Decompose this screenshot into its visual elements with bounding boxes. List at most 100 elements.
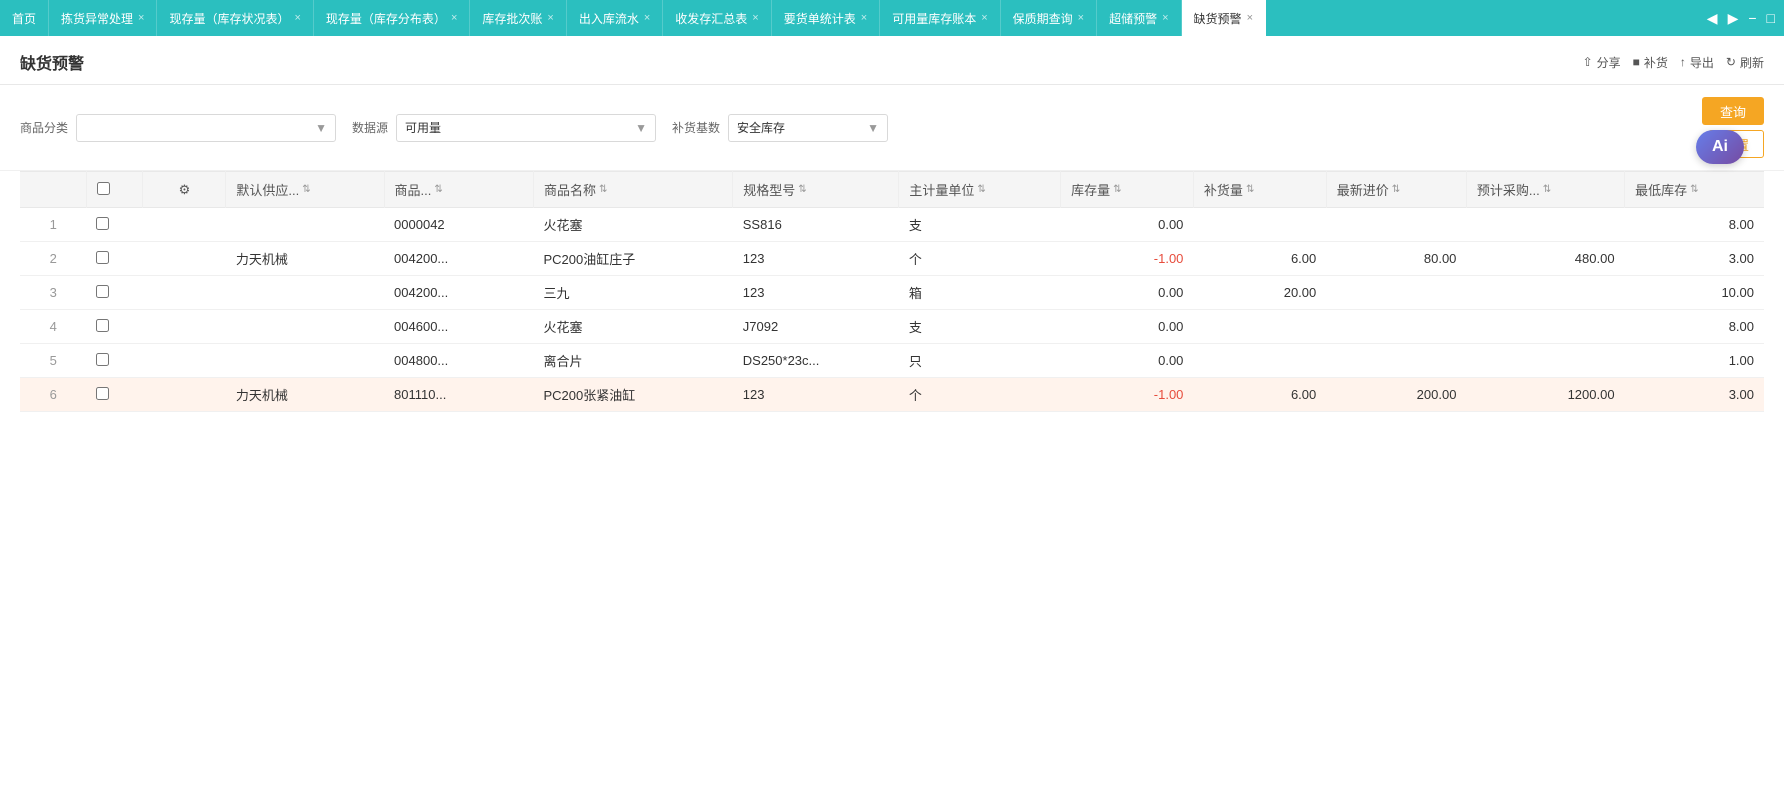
tab-minimize[interactable]: −: [1743, 0, 1761, 36]
cell-check: [86, 378, 142, 412]
cell-minstock: 10.00: [1625, 276, 1764, 310]
cell-name: 三九: [534, 276, 733, 310]
row-checkbox[interactable]: [96, 285, 109, 298]
replenish-icon: ■: [1633, 55, 1640, 69]
estimate-sort-icon[interactable]: ⇅: [1543, 184, 1551, 195]
close-tab-stock-dist[interactable]: ×: [451, 12, 457, 24]
close-tab-demand-stat[interactable]: ×: [861, 12, 867, 24]
share-icon: ⇧: [1583, 55, 1593, 69]
replenish-action[interactable]: ■ 补货: [1633, 54, 1668, 71]
tab-abnormal[interactable]: 拣货异常处理 ×: [49, 0, 157, 36]
cell-stock: 0.00: [1061, 208, 1194, 242]
export-action[interactable]: ↑ 导出: [1680, 54, 1714, 71]
close-tab-batch-account[interactable]: ×: [547, 12, 553, 24]
cell-supplier: 力天机械: [226, 378, 384, 412]
cell-code: 0000042: [384, 208, 533, 242]
replenish-sort-icon[interactable]: ⇅: [1246, 184, 1254, 195]
query-button[interactable]: 查询: [1702, 97, 1764, 125]
gear-icon[interactable]: ⚙: [179, 182, 191, 197]
close-tab-abnormal[interactable]: ×: [138, 12, 144, 24]
name-sort-icon[interactable]: ⇅: [599, 184, 607, 195]
category-label: 商品分类: [20, 119, 68, 136]
replenish-base-filter-group: 补货基数 安全库存 ▼: [672, 114, 888, 142]
cell-estimate: 480.00: [1466, 242, 1624, 276]
ai-badge[interactable]: Ai: [1696, 130, 1744, 164]
close-tab-expiry[interactable]: ×: [1078, 12, 1084, 24]
th-minstock: 最低库存 ⇅: [1625, 172, 1764, 208]
th-price: 最新进价 ⇅: [1326, 172, 1466, 208]
row-checkbox[interactable]: [96, 217, 109, 230]
cell-supplier: [226, 208, 384, 242]
select-all-checkbox[interactable]: [97, 182, 110, 195]
tab-scroll-left[interactable]: ◀: [1702, 0, 1723, 36]
share-action[interactable]: ⇧ 分享: [1583, 54, 1621, 71]
tab-stock-dist[interactable]: 现存量（库存分布表） ×: [314, 0, 470, 36]
tab-home[interactable]: 首页: [0, 0, 49, 36]
supplier-sort-icon[interactable]: ⇅: [302, 184, 310, 195]
cell-check: [86, 344, 142, 378]
table-container: ⚙ 默认供应... ⇅ 商品... ⇅: [0, 171, 1784, 412]
cell-code: 004200...: [384, 242, 533, 276]
th-code: 商品... ⇅: [384, 172, 533, 208]
close-tab-available-ledger[interactable]: ×: [981, 12, 987, 24]
tab-stock-status[interactable]: 现存量（库存状况表） ×: [157, 0, 313, 36]
row-checkbox[interactable]: [96, 251, 109, 264]
cell-index: 4: [20, 310, 86, 344]
tab-overstock[interactable]: 超储预警 ×: [1097, 0, 1181, 36]
tab-demand-stat[interactable]: 要货单统计表 ×: [772, 0, 880, 36]
table-row: 2 力天机械 004200... PC200油缸庄子 123 个 -1.00 6…: [20, 242, 1764, 276]
tab-batch-account[interactable]: 库存批次账 ×: [470, 0, 566, 36]
export-icon: ↑: [1680, 55, 1686, 69]
header-actions: ⇧ 分享 ■ 补货 ↑ 导出 ↻ 刷新: [1583, 54, 1764, 71]
cell-gear: [143, 208, 226, 242]
close-tab-stock-status[interactable]: ×: [294, 12, 300, 24]
cell-name: 离合片: [534, 344, 733, 378]
close-tab-collection[interactable]: ×: [752, 12, 758, 24]
stock-sort-icon[interactable]: ⇅: [1113, 184, 1121, 195]
tab-available-ledger[interactable]: 可用量库存账本 ×: [880, 0, 1000, 36]
tab-shortage[interactable]: 缺货预警 ×: [1182, 0, 1266, 36]
th-supplier-label: 默认供应...: [236, 180, 299, 199]
price-sort-icon[interactable]: ⇅: [1392, 184, 1400, 195]
cell-minstock: 8.00: [1625, 310, 1764, 344]
datasource-select[interactable]: 可用量 ▼: [396, 114, 656, 142]
main-content: 缺货预警 ⇧ 分享 ■ 补货 ↑ 导出 ↻ 刷新 商品分类: [0, 36, 1784, 796]
cell-index: 5: [20, 344, 86, 378]
page-title: 缺货预警: [20, 50, 1583, 74]
cell-price: [1326, 344, 1466, 378]
row-checkbox[interactable]: [96, 319, 109, 332]
spec-sort-icon[interactable]: ⇅: [798, 184, 806, 195]
minstock-sort-icon[interactable]: ⇅: [1690, 184, 1698, 195]
tab-expiry[interactable]: 保质期查询 ×: [1001, 0, 1097, 36]
tab-inout-flow[interactable]: 出入库流水 ×: [567, 0, 663, 36]
table-row: 6 力天机械 801110... PC200张紧油缸 123 个 -1.00 6…: [20, 378, 1764, 412]
cell-unit: 支: [899, 310, 1061, 344]
code-sort-icon[interactable]: ⇅: [434, 184, 442, 195]
tab-collection[interactable]: 收发存汇总表 ×: [663, 0, 771, 36]
cell-supplier: [226, 344, 384, 378]
cell-unit: 只: [899, 344, 1061, 378]
category-select[interactable]: ▼: [76, 114, 336, 142]
close-tab-inout-flow[interactable]: ×: [644, 12, 650, 24]
cell-price: [1326, 276, 1466, 310]
cell-replenish: 6.00: [1193, 378, 1326, 412]
cell-check: [86, 208, 142, 242]
cell-gear: [143, 310, 226, 344]
close-tab-shortage[interactable]: ×: [1247, 12, 1253, 24]
unit-sort-icon[interactable]: ⇅: [977, 184, 985, 195]
row-checkbox[interactable]: [96, 353, 109, 366]
tab-scroll-right[interactable]: ▶: [1723, 0, 1744, 36]
cell-replenish: 6.00: [1193, 242, 1326, 276]
tab-maximize[interactable]: □: [1762, 0, 1780, 36]
replenish-base-select[interactable]: 安全库存 ▼: [728, 114, 888, 142]
page-header: 缺货预警 ⇧ 分享 ■ 补货 ↑ 导出 ↻ 刷新: [0, 36, 1784, 85]
row-checkbox[interactable]: [96, 387, 109, 400]
refresh-action[interactable]: ↻ 刷新: [1726, 54, 1764, 71]
th-estimate: 预计采购... ⇅: [1466, 172, 1624, 208]
cell-name: 火花塞: [534, 310, 733, 344]
close-tab-overstock[interactable]: ×: [1162, 12, 1168, 24]
table-row: 1 0000042 火花塞 SS816 支 0.00 8.00: [20, 208, 1764, 242]
cell-spec: J7092: [733, 310, 899, 344]
cell-spec: 123: [733, 276, 899, 310]
cell-price: 200.00: [1326, 378, 1466, 412]
